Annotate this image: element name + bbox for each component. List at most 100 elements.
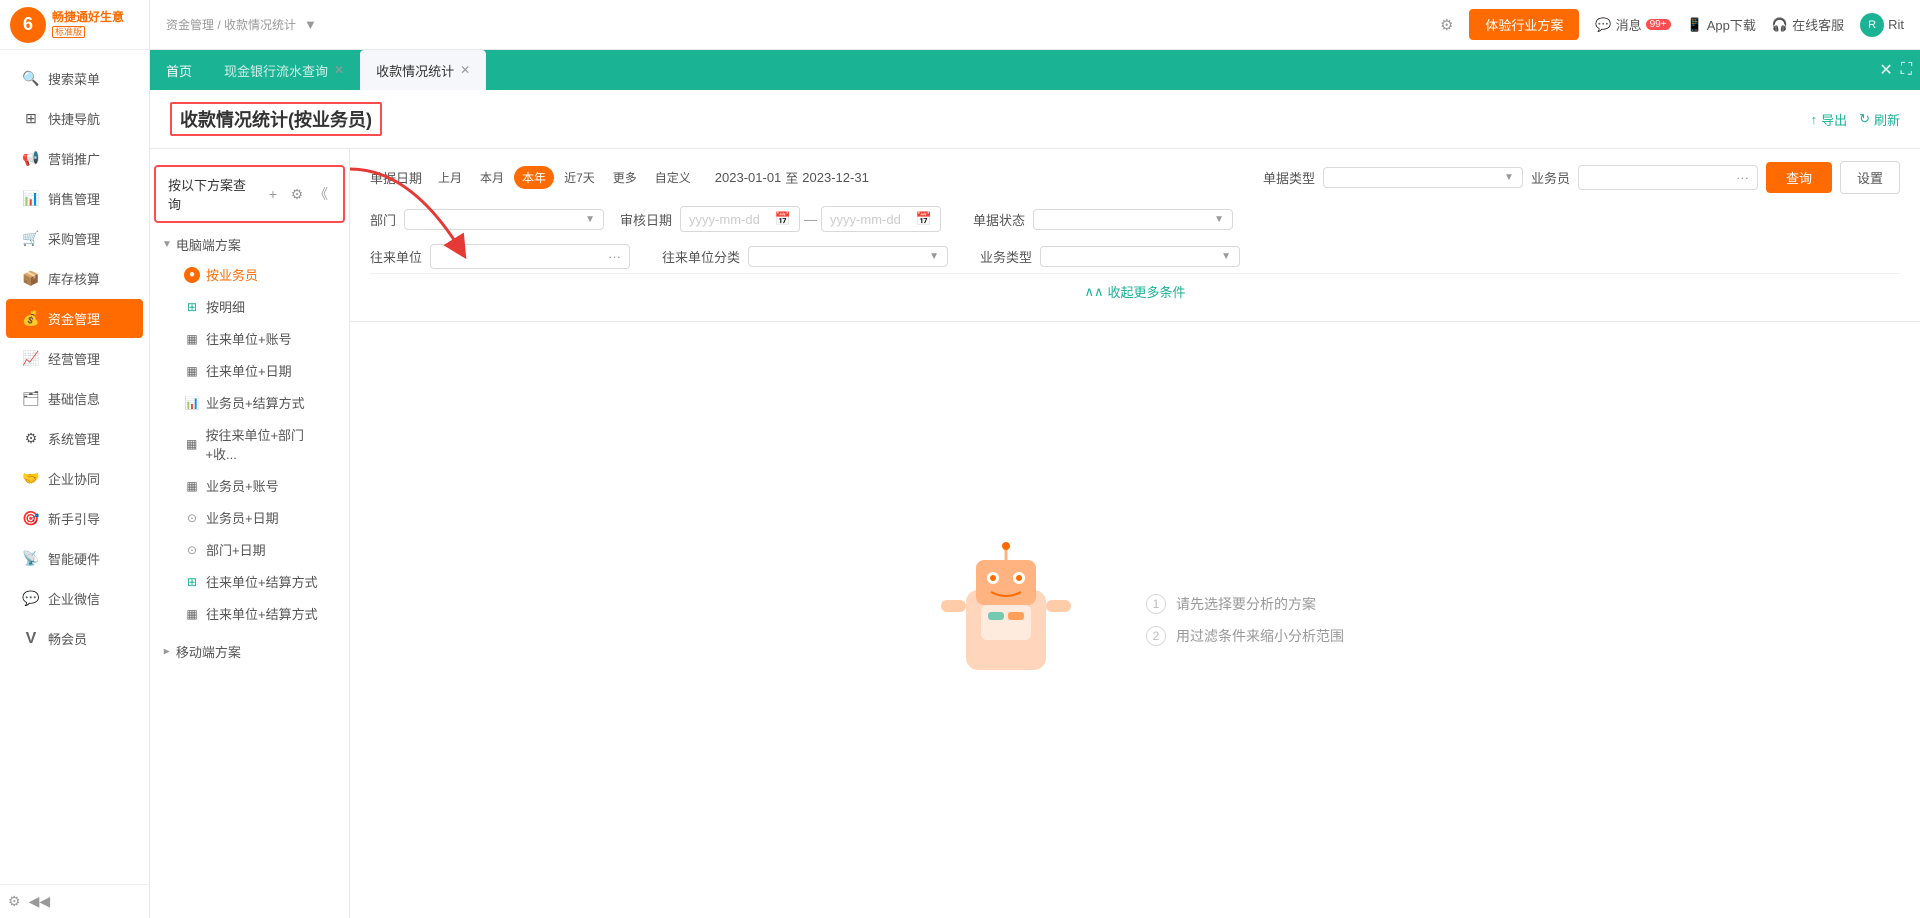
sidebar-item-enterprise[interactable]: 🤝 企业协同	[6, 459, 143, 498]
tab-expand-icon[interactable]: ⛶	[1901, 61, 1912, 79]
sidebar-item-smart[interactable]: 📡 智能硬件	[6, 539, 143, 578]
partner-dept-icon: ▦	[184, 436, 199, 452]
audit-date-to[interactable]: yyyy-mm-dd 📅	[821, 206, 941, 232]
refresh-button[interactable]: ↻ 刷新	[1859, 110, 1900, 129]
sidebar-item-sales[interactable]: 📊 销售管理	[6, 179, 143, 218]
detail-icon: ⊞	[184, 299, 200, 315]
sidebar-item-system[interactable]: ⚙ 系统管理	[6, 419, 143, 458]
date-tab-7days[interactable]: 近7天	[556, 166, 603, 189]
page-header-actions: ↑ 导出 ↻ 刷新	[1811, 110, 1900, 129]
plan-group-mobile-title[interactable]: ▼ 移动端方案	[150, 638, 349, 665]
wechat-icon: 💬	[22, 590, 40, 608]
home-icon: ⊞	[22, 110, 40, 128]
date-tab-last-month[interactable]: 上月	[430, 166, 470, 189]
partner-settle1-icon: ⊞	[184, 574, 200, 590]
audit-date-from[interactable]: yyyy-mm-dd 📅	[680, 206, 800, 232]
sidebar-item-inventory[interactable]: 📦 库存核算	[6, 259, 143, 298]
sidebar-item-quick-nav[interactable]: ⊞ 快捷导航	[6, 99, 143, 138]
sidebar: 6 畅捷通好生意 标准版 🔍 搜索菜单 ⊞ 快捷导航 📢 营销推广	[0, 0, 150, 918]
sidebar-item-search[interactable]: 🔍 搜索菜单	[6, 59, 143, 98]
date-start: 2023-01-01	[715, 170, 782, 185]
collapse-filter-button[interactable]: ∧∧ 收起更多条件	[370, 273, 1900, 309]
plan-item-partner-date[interactable]: ▦ 往来单位+日期	[156, 355, 343, 386]
plan-item-by-salesman[interactable]: ● 按业务员	[156, 259, 343, 290]
salesman-icon: ●	[184, 267, 200, 283]
date-label: 单据日期	[370, 168, 422, 187]
collapse-up-icon: ∧∧	[1084, 284, 1103, 300]
add-plan-button[interactable]: +	[263, 184, 283, 204]
gear-icon[interactable]: ⚙	[1440, 16, 1453, 34]
operation-icon: 📈	[22, 350, 40, 368]
content-body: 按以下方案查询 + ⚙ 《	[150, 149, 1920, 918]
doc-type-select[interactable]: ▼	[1323, 167, 1523, 188]
date-tab-this-month[interactable]: 本月	[472, 166, 512, 189]
empty-step-2: 2 用过滤条件来缩小分析范围	[1146, 626, 1344, 646]
tab-collection-stats[interactable]: 收款情况统计 ✕	[360, 50, 486, 90]
sidebar-item-wechat[interactable]: 💬 企业微信	[6, 579, 143, 618]
filter-partner-category: 往来单位分类 ▼	[662, 246, 948, 267]
date-tab-more[interactable]: 更多	[605, 166, 645, 189]
sidebar-item-guide[interactable]: 🎯 新手引导	[6, 499, 143, 538]
messages-button[interactable]: 💬 消息 99+	[1595, 15, 1670, 34]
plan-item-partner-account[interactable]: ▦ 往来单位+账号	[156, 323, 343, 354]
tab-bar-actions: ✕ ⛶	[1879, 60, 1920, 80]
export-button[interactable]: ↑ 导出	[1811, 110, 1848, 129]
date-tab-this-year[interactable]: 本年	[514, 166, 554, 189]
sidebar-item-basic[interactable]: 🗂 基础信息	[6, 379, 143, 418]
plan-item-salesman-account[interactable]: ▦ 业务员+账号	[156, 470, 343, 501]
query-button[interactable]: 查询	[1766, 162, 1832, 193]
app-download-button[interactable]: 📱 App下载	[1687, 15, 1756, 34]
tab-close-bank-flow[interactable]: ✕	[334, 63, 344, 77]
doc-status-select[interactable]: ▼	[1033, 209, 1233, 230]
empty-illustration	[926, 540, 1086, 700]
date-range: 2023-01-01 至 2023-12-31	[715, 168, 869, 187]
export-icon: ↑	[1811, 112, 1818, 127]
sidebar-nav: 🔍 搜索菜单 ⊞ 快捷导航 📢 营销推广 📊 销售管理 🛒 采购管理 📦	[0, 50, 149, 884]
doc-type-label: 单据类型	[1263, 168, 1315, 187]
breadcrumb-dropdown-icon[interactable]: ▼	[304, 17, 317, 32]
panel-header-title: 按以下方案查询	[168, 175, 257, 213]
basic-icon: 🗂	[22, 390, 40, 408]
partner-select[interactable]: ···	[430, 244, 630, 269]
partner-category-select[interactable]: ▼	[748, 246, 948, 267]
salesman-select[interactable]: ···	[1578, 165, 1758, 190]
trial-button[interactable]: 体验行业方案	[1469, 9, 1579, 40]
date-tab-custom[interactable]: 自定义	[647, 166, 699, 189]
plan-item-by-detail[interactable]: ⊞ 按明细	[156, 291, 343, 322]
online-service-button[interactable]: 🎧 在线客服	[1772, 15, 1844, 34]
sidebar-item-purchase[interactable]: 🛒 采购管理	[6, 219, 143, 258]
topbar-left: 资金管理 / 收款情况统计 ▼	[166, 16, 317, 33]
robot-svg	[926, 540, 1086, 700]
plan-item-salesman-date[interactable]: ⊙ 业务员+日期	[156, 502, 343, 533]
sidebar-item-operation[interactable]: 📈 经营管理	[6, 339, 143, 378]
plan-item-partner-dept-collect[interactable]: ▦ 按往来单位+部门+收...	[156, 419, 343, 469]
date-dash: —	[804, 212, 817, 227]
plan-settings-button[interactable]: ⚙	[287, 184, 307, 204]
purchase-icon: 🛒	[22, 230, 40, 248]
tab-bank-flow[interactable]: 现金银行流水查询 ✕	[208, 50, 360, 90]
logo-icon: 6	[10, 7, 46, 43]
dept-select[interactable]: ▼	[404, 209, 604, 230]
step-num-2: 2	[1146, 626, 1166, 646]
sidebar-item-marketing[interactable]: 📢 营销推广	[6, 139, 143, 178]
marketing-icon: 📢	[22, 150, 40, 168]
plan-item-partner-settlement2[interactable]: ▦ 往来单位+结算方式	[156, 598, 343, 629]
plan-item-salesman-settlement[interactable]: 📊 业务员+结算方式	[156, 387, 343, 418]
settings-footer-icon[interactable]: ⚙	[8, 893, 21, 910]
plan-item-partner-settlement1[interactable]: ⊞ 往来单位+结算方式	[156, 566, 343, 597]
business-type-select[interactable]: ▼	[1040, 246, 1240, 267]
sidebar-item-member[interactable]: V 畅会员	[6, 619, 143, 658]
tab-close-collection-stats[interactable]: ✕	[460, 63, 470, 77]
breadcrumb: 资金管理 / 收款情况统计	[166, 16, 296, 33]
sidebar-item-finance[interactable]: 💰 资金管理	[6, 299, 143, 338]
plan-item-dept-date[interactable]: ⊙ 部门+日期	[156, 534, 343, 565]
partner-account-icon: ▦	[184, 331, 200, 347]
plan-group-desktop-title[interactable]: ▼ 电脑端方案	[150, 231, 349, 258]
tab-close-all-icon[interactable]: ✕	[1879, 60, 1892, 80]
user-menu[interactable]: R Rit	[1860, 13, 1904, 37]
tab-home[interactable]: 首页	[150, 50, 208, 90]
settings-button[interactable]: 设置	[1840, 161, 1900, 194]
calendar-icon-to: 📅	[916, 211, 932, 227]
collapse-sidebar-icon[interactable]: ◀◀	[29, 893, 51, 910]
collapse-panel-button[interactable]: 《	[311, 184, 331, 204]
